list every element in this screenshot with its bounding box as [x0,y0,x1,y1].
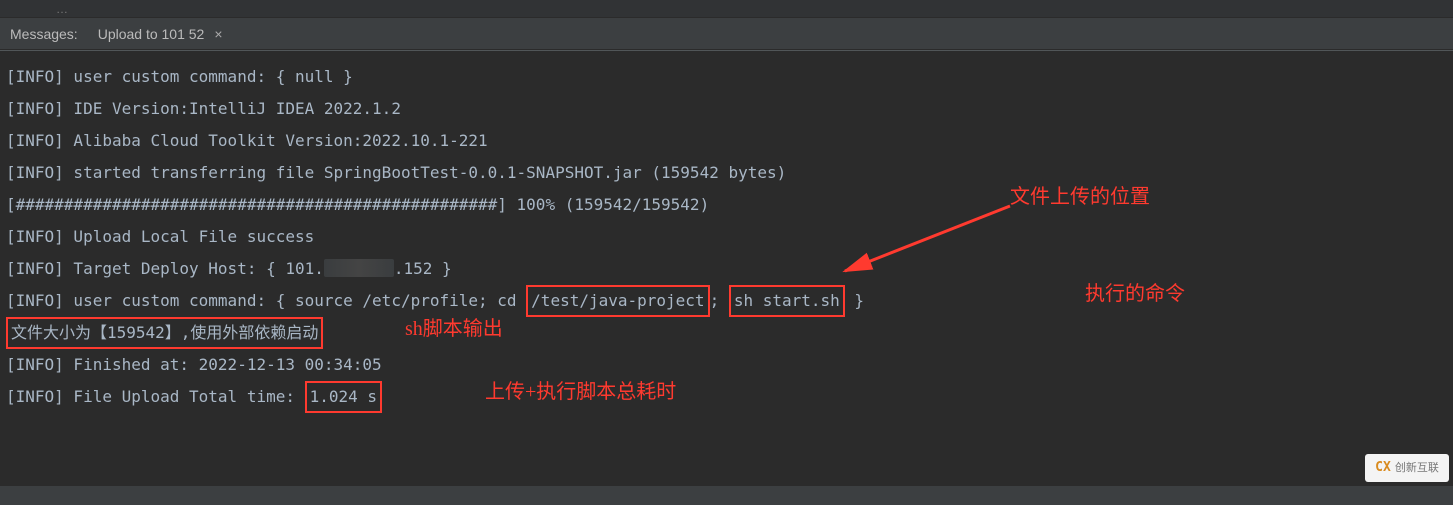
annotation-sh-output: sh脚本输出 [405,313,503,345]
log-line: [INFO] user custom command: { null } [6,61,1447,93]
log-line: [INFO] started transferring file SpringB… [6,157,1447,189]
highlight-upload-path: /test/java-project [526,285,709,317]
ide-tab[interactable]: … [50,1,74,17]
log-line: [INFO] Finished at: 2022-12-13 00:34:05 [6,349,1447,381]
ide-tabs-strip: … [0,0,1453,18]
annotation-exec-command: 执行的命令 [1085,278,1185,310]
watermark-text: 创新互联 [1395,452,1439,484]
annotation-total-time: 上传+执行脚本总耗时 [485,376,676,408]
log-line: 文件大小为【159542】,使用外部依赖启动 [6,317,1447,349]
messages-label: Messages: [10,26,78,42]
watermark: CX 创新互联 [1365,454,1449,482]
log-line: [INFO] Alibaba Cloud Toolkit Version:202… [6,125,1447,157]
log-line: [INFO] user custom command: { source /et… [6,285,1447,317]
log-line: [INFO] Target Deploy Host: { 101..152 } [6,253,1447,285]
highlight-total-time: 1.024 s [305,381,382,413]
highlight-sh-output: 文件大小为【159542】,使用外部依赖启动 [6,317,323,349]
log-line: [INFO] IDE Version:IntelliJ IDEA 2022.1.… [6,93,1447,125]
highlight-exec-command: sh start.sh [729,285,845,317]
close-icon[interactable]: × [214,26,222,42]
log-line: [INFO] File Upload Total time: 1.024 s [6,381,1447,413]
log-line: [#######################################… [6,189,1447,221]
annotation-upload-location: 文件上传的位置 [1010,181,1150,213]
console-output: [INFO] user custom command: { null } [IN… [0,50,1453,486]
messages-tab-title: Upload to 101 52 [98,26,205,42]
messages-tab[interactable]: Upload to 101 52 × [98,26,223,42]
log-line: [INFO] Upload Local File success [6,221,1447,253]
redacted-ip [324,259,394,277]
messages-bar: Messages: Upload to 101 52 × [0,18,1453,50]
watermark-logo: CX [1375,452,1391,484]
